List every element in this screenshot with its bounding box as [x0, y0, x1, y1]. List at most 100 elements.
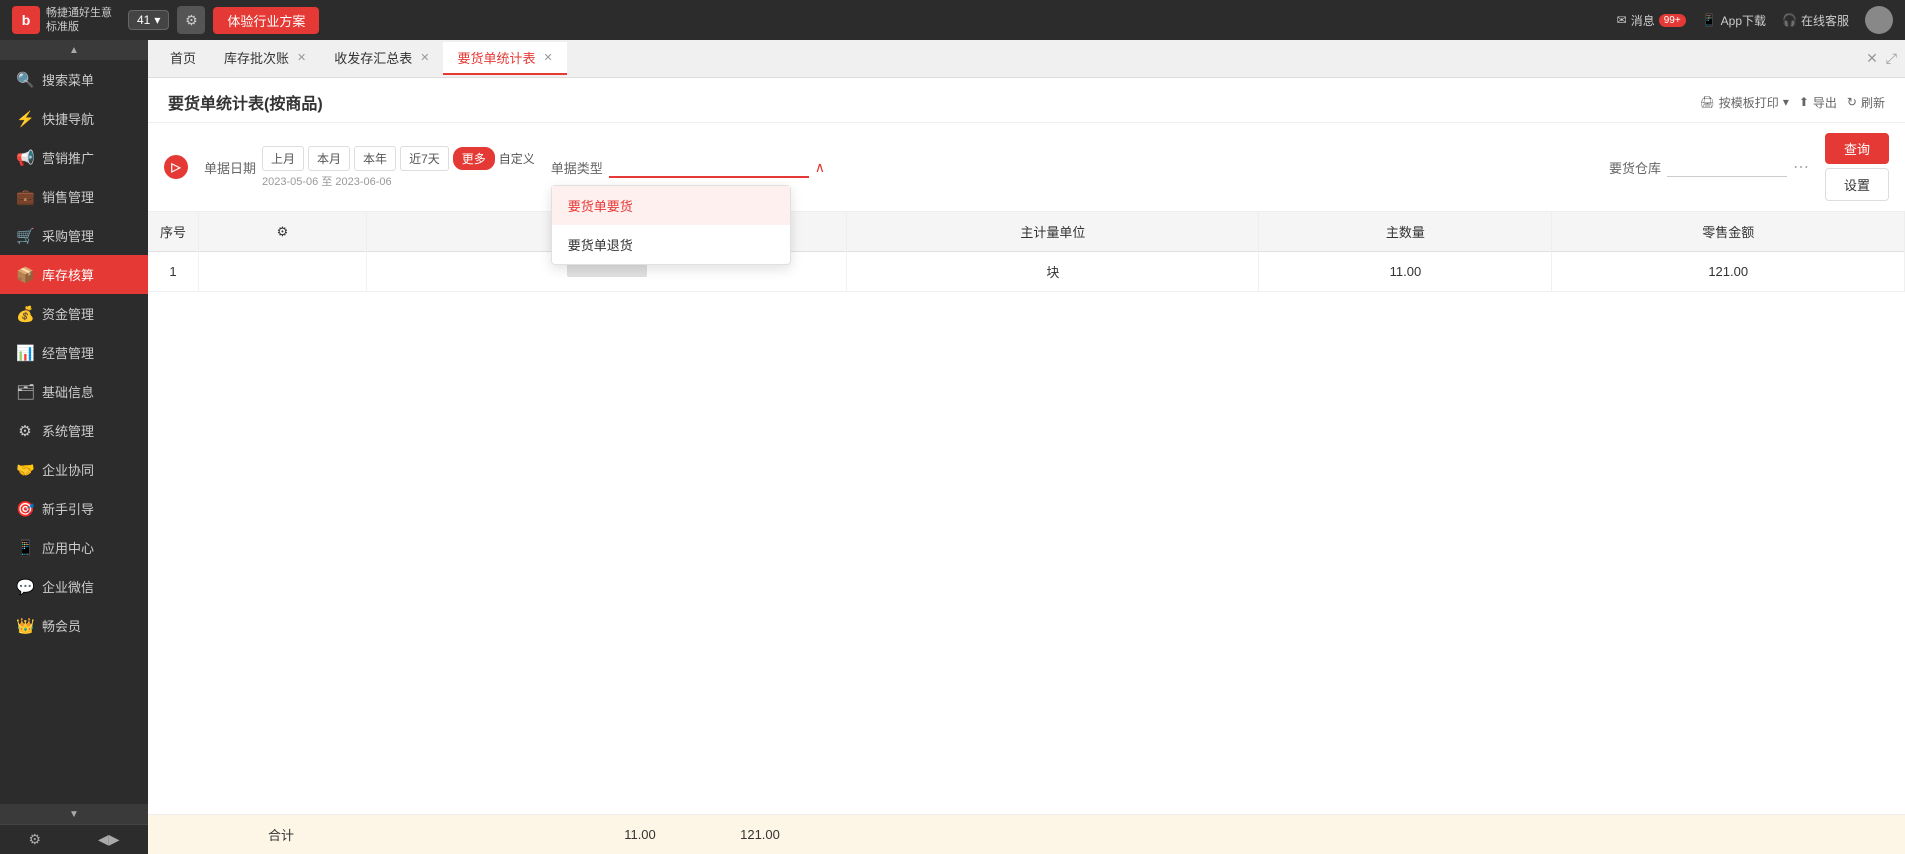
sidebar: ▲ 🔍 搜索菜单 ⚡ 快捷导航 📢 营销推广 💼 销售管理 🛒 采购管理: [0, 40, 148, 854]
sidebar-item-label: 基础信息: [42, 382, 94, 401]
trial-button[interactable]: 体验行业方案: [213, 7, 319, 34]
sidebar-item-label: 快捷导航: [42, 109, 94, 128]
cell-unit: 块: [847, 252, 1259, 292]
table-header: 序号 ⚙ 商品 主计量单位 主数量 零售金额: [148, 212, 1905, 252]
more-dates-button[interactable]: 更多: [453, 147, 495, 170]
dropdown-item-return[interactable]: 要货单退货: [552, 225, 790, 264]
sidebar-item-label: 营销推广: [42, 148, 94, 167]
sidebar-item-purchase[interactable]: 🛒 采购管理: [0, 216, 148, 255]
refresh-button[interactable]: ↻ 刷新: [1847, 94, 1885, 111]
table-body: 1 块 11.00 121.00: [148, 252, 1905, 292]
export-icon: ⬆: [1799, 95, 1809, 109]
settings-button[interactable]: 设置: [1825, 168, 1889, 201]
tab-bar-resize-button[interactable]: ⤢: [1886, 50, 1897, 67]
tab-label: 库存批次账: [224, 48, 289, 67]
sidebar-item-label: 经营管理: [42, 343, 94, 362]
sidebar-item-system[interactable]: ⚙ 系统管理: [0, 411, 148, 450]
settings-icon[interactable]: ⚙: [177, 6, 205, 34]
tab-close-icon[interactable]: ✕: [420, 51, 429, 64]
mobile-icon: 📱: [16, 539, 34, 557]
type-filter-input[interactable]: [609, 157, 809, 178]
last-7days-button[interactable]: 近7天: [400, 146, 449, 171]
printer-icon: 🖨: [1700, 95, 1715, 109]
tab-close-icon[interactable]: ✕: [297, 51, 306, 64]
date-options: 上月 本月 本年 近7天 更多 自定义 2023-05-06 至 2023-06…: [262, 146, 535, 189]
app-download-button[interactable]: 📱 App下载: [1702, 12, 1766, 29]
sidebar-item-member[interactable]: 👑 畅会员: [0, 606, 148, 645]
warehouse-filter-label: 要货仓库: [1609, 158, 1661, 177]
sidebar-item-quick-nav[interactable]: ⚡ 快捷导航: [0, 99, 148, 138]
filter-bar: ▷ 单据日期 上月 本月 本年 近7天 更多 自定义 2023-05-06 至 …: [148, 123, 1905, 212]
sidebar-item-inventory[interactable]: 📦 库存核算: [0, 255, 148, 294]
col-settings[interactable]: ⚙: [199, 212, 367, 252]
custom-date-button[interactable]: 自定义: [499, 150, 535, 167]
lightning-icon: ⚡: [16, 110, 34, 128]
user-avatar[interactable]: [1865, 6, 1893, 34]
tab-bar: 首页 库存批次账 ✕ 收发存汇总表 ✕ 要货单统计表 ✕ ✕ ⤢: [148, 40, 1905, 78]
current-month-button[interactable]: 本月: [308, 146, 350, 171]
prev-month-button[interactable]: 上月: [262, 146, 304, 171]
sidebar-item-label: 采购管理: [42, 226, 94, 245]
footer-total-label: 合计: [260, 825, 460, 844]
app-name: 畅捷通好生意 标准版: [46, 6, 112, 35]
tab-receive-summary[interactable]: 收发存汇总表 ✕: [320, 42, 443, 75]
tab-order-stats[interactable]: 要货单统计表 ✕: [443, 42, 566, 75]
sidebar-item-guide[interactable]: 🎯 新手引导: [0, 489, 148, 528]
message-icon: ✉: [1617, 13, 1627, 27]
date-filter-group: 单据日期 上月 本月 本年 近7天 更多 自定义 2023-05-06 至 20…: [204, 146, 535, 189]
filter-expand-button[interactable]: ▷: [164, 155, 188, 179]
tab-close-icon[interactable]: ✕: [544, 51, 553, 64]
sidebar-collapse-button[interactable]: ◀▶: [98, 831, 120, 848]
logo-icon: b: [12, 6, 40, 34]
export-button[interactable]: ⬆ 导出: [1799, 94, 1837, 111]
print-button[interactable]: 🖨 按模板打印 ▾: [1700, 94, 1789, 111]
sidebar-item-label: 新手引导: [42, 499, 94, 518]
sidebar-item-label: 企业微信: [42, 577, 94, 596]
store-selector[interactable]: 41 ▾: [128, 10, 169, 30]
tab-label: 收发存汇总表: [334, 48, 412, 67]
online-service-button[interactable]: 🎧 在线客服: [1782, 12, 1849, 29]
phone-icon: 📱: [1702, 13, 1717, 27]
footer-amount: 121.00: [700, 827, 820, 842]
chart-icon: 📊: [16, 344, 34, 362]
sidebar-item-apps[interactable]: 📱 应用中心: [0, 528, 148, 567]
target-icon: 🎯: [16, 500, 34, 518]
sidebar-scroll-down[interactable]: ▼: [0, 804, 148, 824]
warehouse-more-icon[interactable]: ⋯: [1793, 157, 1809, 177]
warehouse-filter-input[interactable]: [1667, 157, 1787, 177]
tab-inventory-batch[interactable]: 库存批次账 ✕: [210, 42, 320, 75]
sidebar-settings-button[interactable]: ⚙: [28, 831, 41, 848]
type-filter-group: 单据类型 ∧ 要货单要货 要货单退货: [551, 157, 1593, 178]
table-settings-icon[interactable]: ⚙: [277, 224, 289, 239]
sidebar-scroll-up[interactable]: ▲: [0, 40, 148, 60]
gear-icon: ⚙: [16, 422, 34, 440]
main-layout: ▲ 🔍 搜索菜单 ⚡ 快捷导航 📢 营销推广 💼 销售管理 🛒 采购管理: [0, 40, 1905, 854]
chat-icon: 💬: [16, 578, 34, 596]
sidebar-item-search[interactable]: 🔍 搜索菜单: [0, 60, 148, 99]
dropdown-item-order[interactable]: 要货单要货: [552, 186, 790, 225]
crown-icon: 👑: [16, 617, 34, 635]
chevron-down-icon: ▾: [154, 13, 160, 27]
sidebar-item-marketing[interactable]: 📢 营销推广: [0, 138, 148, 177]
tab-label: 要货单统计表: [457, 48, 535, 67]
sidebar-item-enterprise[interactable]: 🤝 企业协同: [0, 450, 148, 489]
sidebar-item-basic[interactable]: 🗂 基础信息: [0, 372, 148, 411]
type-clear-icon[interactable]: ∧: [815, 159, 825, 176]
briefcase-icon: 💼: [16, 188, 34, 206]
sidebar-item-operations[interactable]: 📊 经营管理: [0, 333, 148, 372]
message-button[interactable]: ✉ 消息 99+: [1617, 12, 1686, 29]
handshake-icon: 🤝: [16, 461, 34, 479]
refresh-icon: ↻: [1847, 95, 1857, 109]
sidebar-item-sales[interactable]: 💼 销售管理: [0, 177, 148, 216]
sidebar-item-wechat[interactable]: 💬 企业微信: [0, 567, 148, 606]
query-button[interactable]: 查询: [1825, 133, 1889, 164]
footer-qty: 11.00: [580, 827, 700, 842]
tab-bar-close-button[interactable]: ✕: [1866, 50, 1878, 67]
content-area: 首页 库存批次账 ✕ 收发存汇总表 ✕ 要货单统计表 ✕ ✕ ⤢ 要: [148, 40, 1905, 854]
tab-home[interactable]: 首页: [156, 42, 210, 75]
sidebar-item-finance[interactable]: 💰 资金管理: [0, 294, 148, 333]
product-name-placeholder: [567, 263, 647, 277]
date-buttons: 上月 本月 本年 近7天 更多 自定义: [262, 146, 535, 171]
table-container: 序号 ⚙ 商品 主计量单位 主数量 零售金额 1: [148, 212, 1905, 814]
current-year-button[interactable]: 本年: [354, 146, 396, 171]
